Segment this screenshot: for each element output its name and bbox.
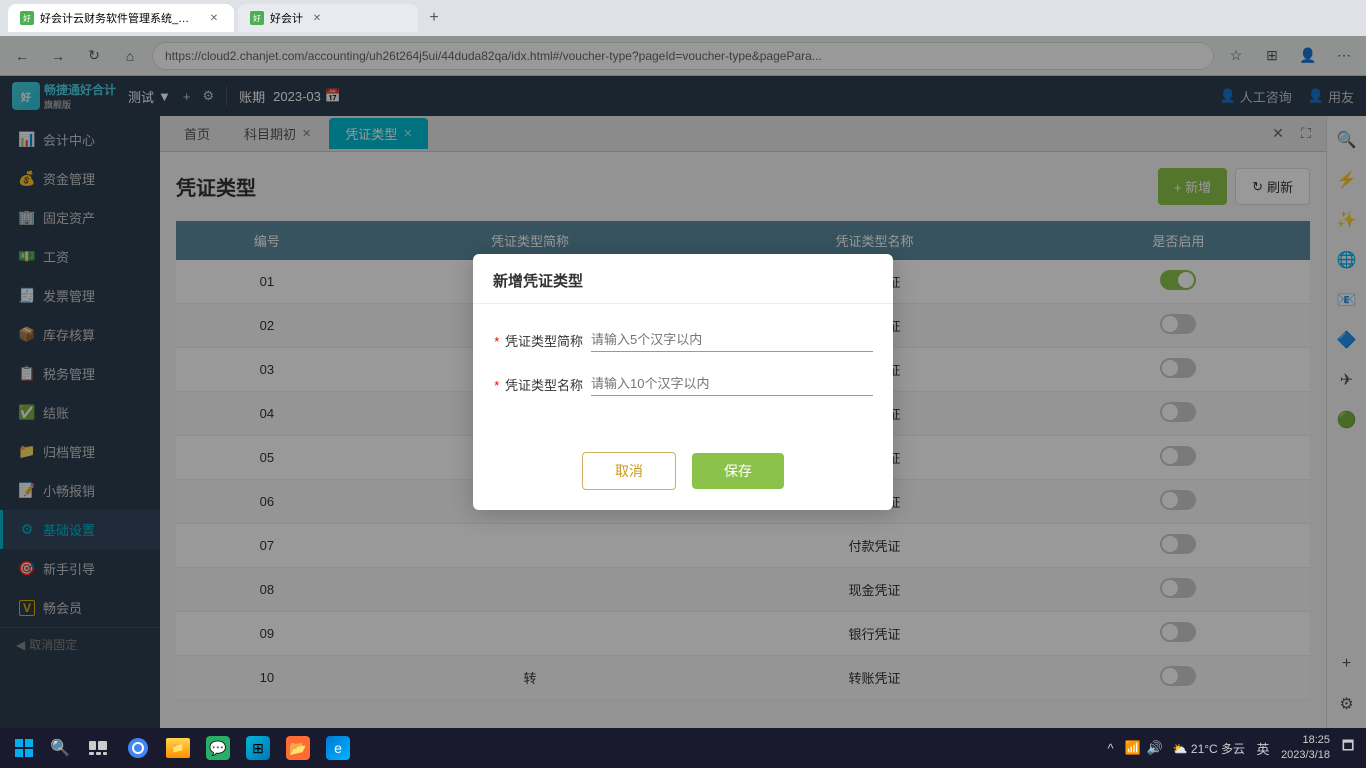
weather-text: 21°C 多云	[1191, 742, 1245, 756]
files-icon: 📂	[286, 736, 310, 760]
weather-icon: ⛅	[1173, 742, 1188, 756]
modal-footer: 取消 保存	[473, 440, 893, 510]
tab-label-1: 好会计云财务软件管理系统_会计	[40, 10, 200, 26]
sys-tray-speaker[interactable]: 🔊	[1145, 738, 1165, 758]
taskbar-right: ^ 📶 🔊 ⛅ 21°C 多云 英 18:25 2023/3/18 🗖	[1101, 733, 1358, 764]
clock-date: 2023/3/18	[1281, 748, 1330, 763]
required-star-name: *	[494, 378, 499, 393]
tab-favicon-2: 好	[250, 11, 264, 25]
form-row-abbr: * 凭证类型简称	[493, 328, 873, 352]
required-star-abbr: *	[494, 334, 499, 349]
tab-close-2[interactable]: ✕	[309, 10, 325, 26]
taskbar-store-icon[interactable]: ⊞	[240, 730, 276, 766]
add-voucher-modal: 新增凭证类型 * 凭证类型简称 * 凭证类型名称 取消 保存	[473, 254, 893, 510]
taskbar-search-button[interactable]: 🔍	[44, 732, 76, 764]
name-input[interactable]	[591, 372, 873, 396]
sys-tray-network[interactable]: 📶	[1123, 738, 1143, 758]
browser-tab-2[interactable]: 好 好会计 ✕	[238, 4, 418, 32]
form-row-name: * 凭证类型名称	[493, 372, 873, 396]
abbr-label: * 凭证类型简称	[493, 331, 583, 350]
start-button[interactable]	[8, 732, 40, 764]
sys-tray-expand[interactable]: ^	[1101, 738, 1121, 758]
store-icon: ⊞	[246, 736, 270, 760]
windows-icon	[14, 738, 34, 758]
tab-close-1[interactable]: ✕	[206, 10, 222, 26]
taskbar-edge-icon[interactable]: e	[320, 730, 356, 766]
cancel-button[interactable]: 取消	[582, 452, 676, 490]
lang-indicator[interactable]: 英	[1253, 738, 1273, 758]
name-label: * 凭证类型名称	[493, 375, 583, 394]
taskbar-explorer-icon[interactable]: 📁	[160, 730, 196, 766]
clock: 18:25 2023/3/18	[1281, 733, 1330, 764]
taskbar-files-icon[interactable]: 📂	[280, 730, 316, 766]
notification-button[interactable]: 🗖	[1338, 738, 1358, 758]
tab-label-2: 好会计	[270, 10, 303, 26]
tab-favicon-1: 好	[20, 11, 34, 25]
modal-title: 新增凭证类型	[493, 273, 583, 290]
weather-info: ⛅ 21°C 多云	[1173, 740, 1245, 757]
edge-icon: e	[326, 736, 350, 760]
save-button[interactable]: 保存	[692, 453, 784, 489]
browser-tab-1[interactable]: 好 好会计云财务软件管理系统_会计 ✕	[8, 4, 234, 32]
browser-tabs-bar: 好 好会计云财务软件管理系统_会计 ✕ 好 好会计 ✕ +	[0, 0, 1366, 36]
wechat-icon: 💬	[206, 736, 230, 760]
modal-overlay: 新增凭证类型 * 凭证类型简称 * 凭证类型名称 取消 保存	[0, 36, 1366, 728]
new-tab-button[interactable]: +	[422, 6, 446, 30]
modal-body: * 凭证类型简称 * 凭证类型名称	[473, 304, 893, 440]
task-view-icon	[89, 741, 107, 755]
explorer-folder-icon: 📁	[166, 738, 190, 758]
clock-time: 18:25	[1281, 733, 1330, 748]
chrome-icon	[126, 736, 150, 760]
sys-tray: ^ 📶 🔊	[1101, 738, 1165, 758]
taskbar-task-view[interactable]	[80, 730, 116, 766]
taskbar-chrome-icon[interactable]	[120, 730, 156, 766]
taskbar: 🔍 📁 💬 ⊞ 📂 e ^ 📶 🔊	[0, 728, 1366, 768]
abbr-input[interactable]	[591, 328, 873, 352]
taskbar-wechat-icon[interactable]: 💬	[200, 730, 236, 766]
modal-header: 新增凭证类型	[473, 254, 893, 304]
